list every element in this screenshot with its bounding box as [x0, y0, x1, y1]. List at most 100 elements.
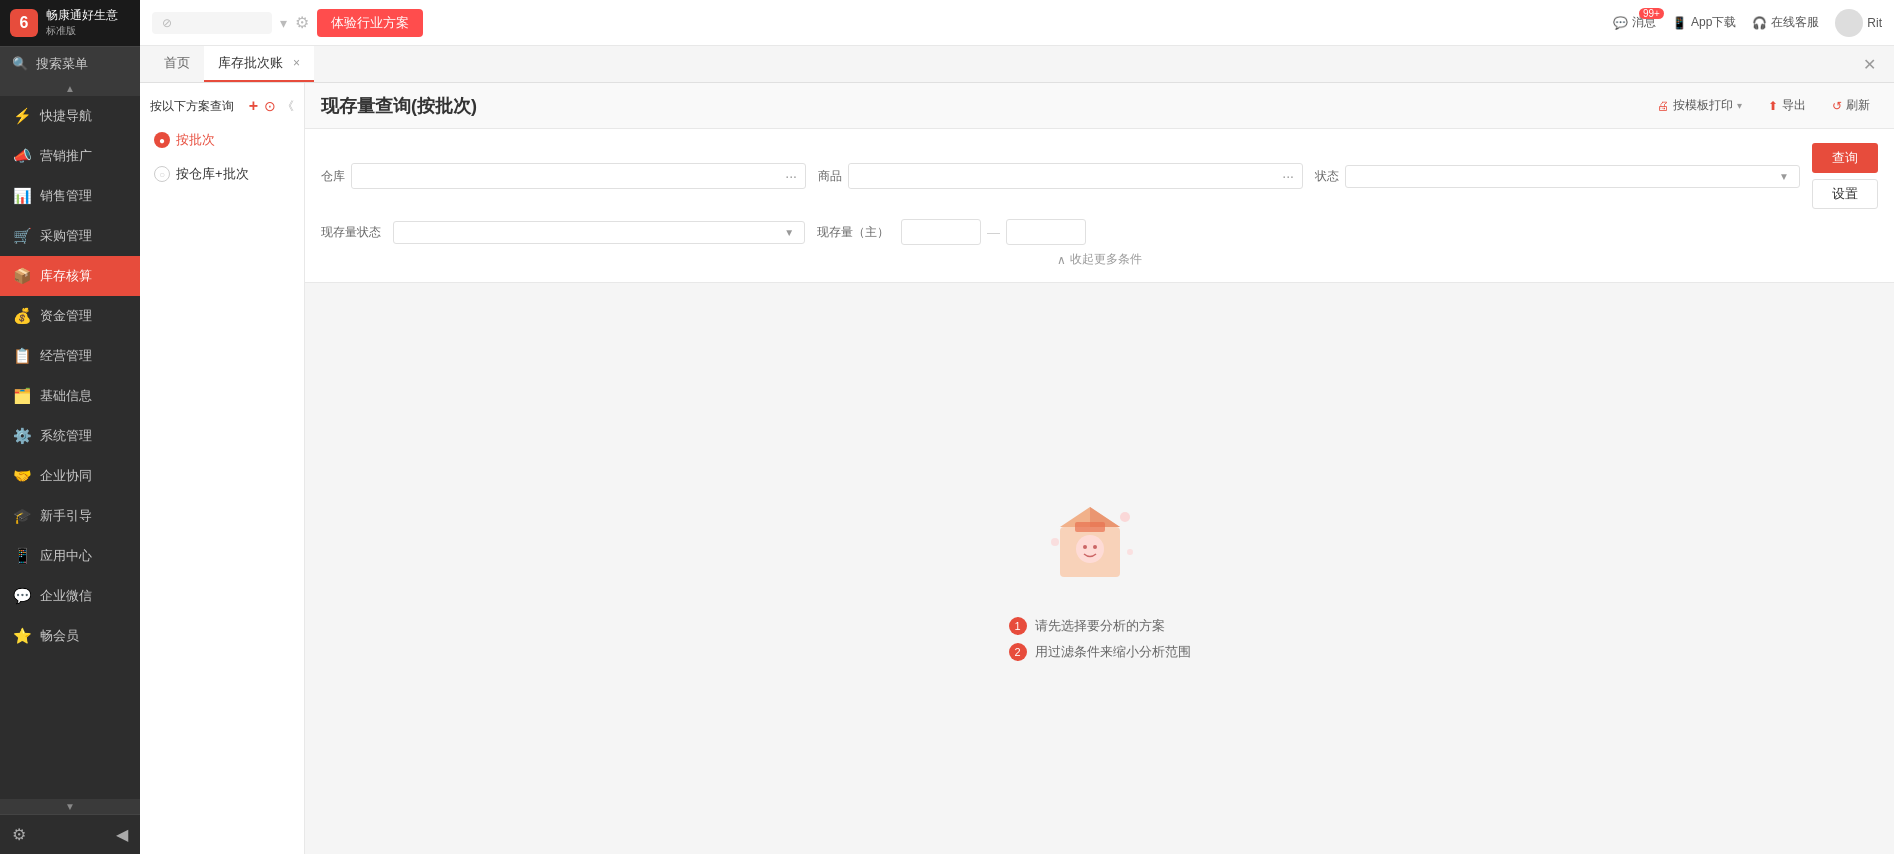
- sidebar-item-label: 采购管理: [40, 227, 92, 245]
- search-menu-label: 搜索菜单: [36, 55, 88, 73]
- svg-point-5: [1083, 545, 1087, 549]
- form-settings-btn[interactable]: 设置: [1812, 179, 1878, 209]
- filter-scheme-warehouse-batch[interactable]: ○ 按仓库+批次: [140, 157, 304, 191]
- refresh-btn[interactable]: ↺ 刷新: [1824, 93, 1878, 118]
- status-group: 状态 ▼: [1315, 165, 1800, 188]
- scroll-up-btn[interactable]: ▲: [0, 81, 140, 96]
- scheme-settings-btn[interactable]: ⊙: [264, 98, 276, 114]
- filter-header: 按以下方案查询 + ⊙ 《: [140, 93, 304, 123]
- scheme-inactive-dot: ○: [154, 166, 170, 182]
- empty-state: 1 请先选择要分析的方案 2 用过滤条件来缩小分析范围: [305, 283, 1894, 854]
- quantity-min-input[interactable]: [901, 219, 981, 245]
- sales-icon: 📊: [12, 186, 32, 206]
- close-tab-main-icon[interactable]: ✕: [1855, 55, 1884, 74]
- sidebar-item-label: 营销推广: [40, 147, 92, 165]
- scheme-active-dot: ●: [154, 132, 170, 148]
- sidebar-item-sales[interactable]: 📊 销售管理: [0, 176, 140, 216]
- sidebar-item-system[interactable]: ⚙️ 系统管理: [0, 416, 140, 456]
- tip-2-num: 2: [1009, 643, 1027, 661]
- tabs-bar: 首页 库存批次账 × ✕: [140, 46, 1894, 83]
- online-service-btn[interactable]: 🎧 在线客服: [1752, 14, 1819, 31]
- app-logo: 6: [10, 9, 38, 37]
- app-download-icon: 📱: [1672, 16, 1687, 30]
- export-label: 导出: [1782, 97, 1806, 114]
- empty-illustration: [1040, 477, 1160, 597]
- quantity-max-input[interactable]: [1006, 219, 1086, 245]
- print-icon: 🖨: [1657, 99, 1669, 113]
- sidebar-item-collab[interactable]: 🤝 企业协同: [0, 456, 140, 496]
- query-btn[interactable]: 查询: [1812, 143, 1878, 173]
- tab-close-icon[interactable]: ×: [293, 56, 300, 70]
- product-input[interactable]: [849, 164, 1274, 188]
- empty-tip-2: 2 用过滤条件来缩小分析范围: [1009, 643, 1191, 661]
- status-label: 状态: [1315, 168, 1339, 185]
- product-input-wrapper[interactable]: ···: [848, 163, 1303, 189]
- status-select[interactable]: ▼: [1345, 165, 1800, 188]
- quantity-range: —: [901, 219, 1624, 245]
- topbar-dropdown-icon[interactable]: ▾: [280, 15, 287, 31]
- sidebar-item-purchase[interactable]: 🛒 采购管理: [0, 216, 140, 256]
- tab-home[interactable]: 首页: [150, 46, 204, 82]
- sidebar-nav: ⚡ 快捷导航 📣 营销推广 📊 销售管理 🛒 采购管理 📦 库存核算 💰 资金管…: [0, 96, 140, 799]
- warehouse-input[interactable]: [352, 164, 777, 188]
- user-profile[interactable]: Rit: [1835, 9, 1882, 37]
- sidebar-item-quick-nav[interactable]: ⚡ 快捷导航: [0, 96, 140, 136]
- scroll-down-btn[interactable]: ▼: [0, 799, 140, 814]
- tab-inventory-batch[interactable]: 库存批次账 ×: [204, 46, 314, 82]
- filter-scheme-batch[interactable]: ● 按批次: [140, 123, 304, 157]
- sidebar-item-operation[interactable]: 📋 经营管理: [0, 336, 140, 376]
- headset-icon: 🎧: [1752, 16, 1767, 30]
- right-content: 现存量查询(按批次) 🖨 按模板打印 ▾ ⬆ 导出 ↺ 刷新: [305, 83, 1894, 854]
- operation-icon: 📋: [12, 346, 32, 366]
- topbar: ⊘ ▾ ⚙ 体验行业方案 💬 消息 99+ 📱 App下载 🎧 在线客服: [140, 0, 1894, 46]
- sidebar-item-label: 企业协同: [40, 467, 92, 485]
- scheme-collapse-btn[interactable]: 《: [282, 98, 294, 115]
- topbar-search[interactable]: ⊘: [152, 12, 272, 34]
- warehouse-input-wrapper[interactable]: ···: [351, 163, 806, 189]
- tip-2-text: 用过滤条件来缩小分析范围: [1035, 643, 1191, 661]
- left-filter-panel: 按以下方案查询 + ⊙ 《 ● 按批次 ○ 按仓库+批次: [140, 83, 305, 854]
- print-dropdown-icon[interactable]: ▾: [1737, 100, 1742, 111]
- sidebar-item-label: 基础信息: [40, 387, 92, 405]
- sidebar-item-wechat[interactable]: 💬 企业微信: [0, 576, 140, 616]
- scheme-batch-label: 按批次: [176, 131, 215, 149]
- export-btn[interactable]: ⬆ 导出: [1760, 93, 1814, 118]
- sidebar-item-member[interactable]: ⭐ 畅会员: [0, 616, 140, 656]
- sidebar-item-inventory[interactable]: 📦 库存核算: [0, 256, 140, 296]
- sidebar-item-appcenter[interactable]: 📱 应用中心: [0, 536, 140, 576]
- filter-header-label: 按以下方案查询: [150, 98, 234, 115]
- inventory-status-select[interactable]: ▼: [393, 221, 805, 244]
- collapse-btn[interactable]: ∧ 收起更多条件: [321, 245, 1878, 268]
- print-btn[interactable]: 🖨 按模板打印 ▾: [1649, 93, 1750, 118]
- quantity-label: 现存量（主）: [817, 224, 889, 241]
- product-group: 商品 ···: [818, 163, 1303, 189]
- svg-point-4: [1076, 535, 1104, 563]
- settings-footer-icon[interactable]: ⚙: [12, 825, 26, 844]
- company-name: 畅康通好生意: [46, 8, 118, 24]
- experience-btn[interactable]: 体验行业方案: [317, 9, 423, 37]
- sidebar-item-marketing[interactable]: 📣 营销推广: [0, 136, 140, 176]
- warehouse-dots-icon[interactable]: ···: [777, 168, 805, 184]
- wechat-icon: 💬: [12, 586, 32, 606]
- sidebar-item-label: 系统管理: [40, 427, 92, 445]
- add-scheme-btn[interactable]: +: [249, 97, 258, 115]
- messages-btn[interactable]: 💬 消息 99+: [1613, 14, 1656, 31]
- member-icon: ⭐: [12, 626, 32, 646]
- content-area: 按以下方案查询 + ⊙ 《 ● 按批次 ○ 按仓库+批次 现存量查询(按批次): [140, 83, 1894, 854]
- sidebar-item-basic[interactable]: 🗂️ 基础信息: [0, 376, 140, 416]
- filter-row-1: 仓库 ··· 商品 ···: [321, 143, 1878, 209]
- page-title: 现存量查询(按批次): [321, 94, 477, 118]
- topbar-settings-icon[interactable]: ⚙: [295, 13, 309, 32]
- svg-point-7: [1120, 512, 1130, 522]
- svg-point-6: [1093, 545, 1097, 549]
- product-dots-icon[interactable]: ···: [1274, 168, 1302, 184]
- finance-icon: 💰: [12, 306, 32, 326]
- warehouse-group: 仓库 ···: [321, 163, 806, 189]
- sidebar-item-newbie[interactable]: 🎓 新手引导: [0, 496, 140, 536]
- sidebar-item-finance[interactable]: 💰 资金管理: [0, 296, 140, 336]
- search-menu[interactable]: 🔍 搜索菜单: [0, 47, 140, 81]
- collapse-sidebar-icon[interactable]: ◀: [116, 825, 128, 844]
- app-download-btn[interactable]: 📱 App下载: [1672, 14, 1736, 31]
- sidebar-item-label: 销售管理: [40, 187, 92, 205]
- messages-badge: 99+: [1639, 8, 1664, 19]
